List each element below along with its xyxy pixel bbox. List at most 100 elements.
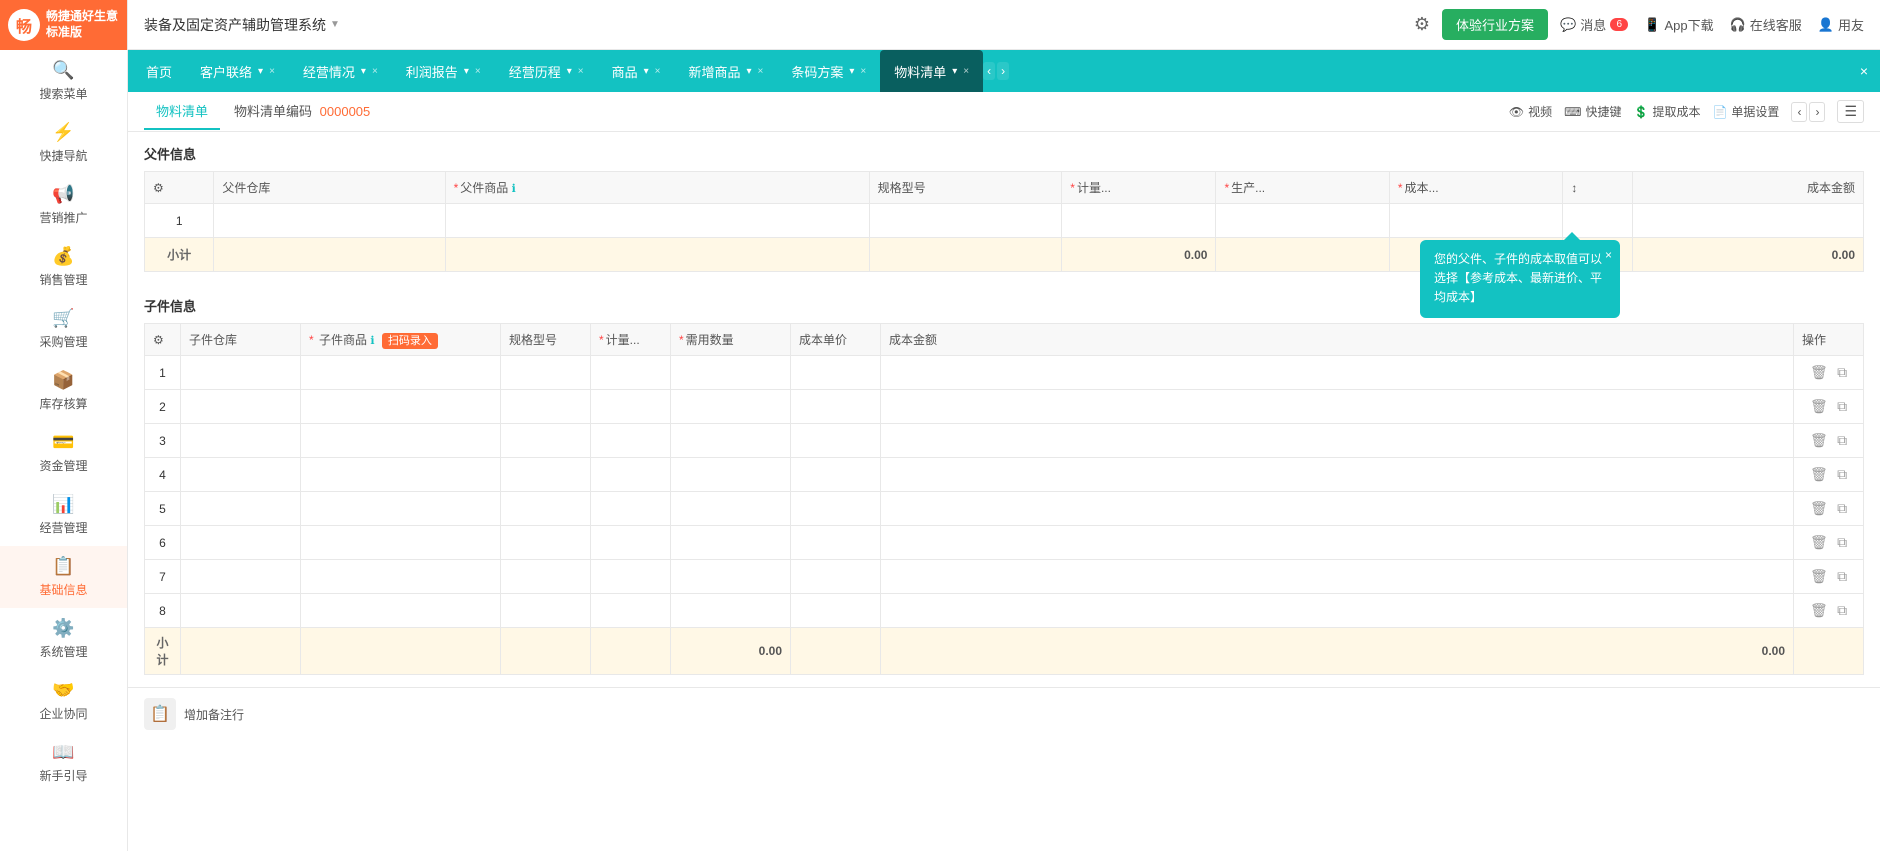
child-warehouse-5[interactable] <box>181 492 301 526</box>
service-button[interactable]: 🎧 在线客服 <box>1730 15 1802 34</box>
nav-next[interactable]: › <box>997 62 1009 80</box>
nav-close-all[interactable]: × <box>1852 63 1876 79</box>
content-prev[interactable]: ‹ <box>1791 102 1807 122</box>
tab-barcode[interactable]: 条码方案 ▾ × <box>777 50 880 92</box>
content-next[interactable]: › <box>1809 102 1825 122</box>
child-delete-5[interactable]: 🗑 <box>1810 500 1828 516</box>
add-note-icon[interactable]: 📋 <box>144 698 176 730</box>
action-shortcut[interactable]: ⌨ 快捷键 <box>1564 103 1621 120</box>
sidebar-item-sales[interactable]: 💰 销售管理 <box>0 236 127 298</box>
child-unit-4[interactable] <box>591 458 671 492</box>
child-spec-7[interactable] <box>501 560 591 594</box>
child-spec-3[interactable] <box>501 424 591 458</box>
child-warehouse-1[interactable] <box>181 356 301 390</box>
child-delete-3[interactable]: 🗑 <box>1810 432 1828 448</box>
child-delete-1[interactable]: 🗑 <box>1810 364 1828 380</box>
child-unit-2[interactable] <box>591 390 671 424</box>
child-unit-cost-3[interactable] <box>791 424 881 458</box>
child-copy-3[interactable]: ⧉ <box>1837 432 1847 448</box>
sidebar-item-enterprise[interactable]: 🤝 企业协同 <box>0 670 127 732</box>
sidebar-item-operations[interactable]: 📊 经营管理 <box>0 484 127 546</box>
child-copy-5[interactable]: ⧉ <box>1837 500 1847 516</box>
child-unit-6[interactable] <box>591 526 671 560</box>
parent-production-1[interactable] <box>1216 204 1389 238</box>
child-qty-7[interactable] <box>671 560 791 594</box>
trial-button[interactable]: 体验行业方案 <box>1442 9 1548 40</box>
sub-tab-bom-list[interactable]: 物料清单 <box>144 93 220 130</box>
child-unit-cost-7[interactable] <box>791 560 881 594</box>
sidebar-item-marketing[interactable]: 📢 营销推广 <box>0 174 127 236</box>
tab-products[interactable]: 商品 ▾ × <box>598 50 675 92</box>
action-cost[interactable]: 💲 提取成本 <box>1634 103 1701 120</box>
tab-operations-stat[interactable]: 经营情况 ▾ × <box>289 50 392 92</box>
child-unit-1[interactable] <box>591 356 671 390</box>
message-button[interactable]: 💬 消息 6 <box>1560 15 1628 34</box>
tab-bom[interactable]: 物料清单 ▾ × <box>880 50 983 92</box>
parent-cost-1[interactable] <box>1389 204 1562 238</box>
child-product-2[interactable] <box>301 390 501 424</box>
scan-badge[interactable]: 扫码录入 <box>382 333 438 349</box>
tab-new-product[interactable]: 新增商品 ▾ × <box>674 50 777 92</box>
child-spec-4[interactable] <box>501 458 591 492</box>
child-warehouse-7[interactable] <box>181 560 301 594</box>
child-unit-cost-6[interactable] <box>791 526 881 560</box>
child-product-8[interactable] <box>301 594 501 628</box>
child-product-4[interactable] <box>301 458 501 492</box>
sidebar-item-finance[interactable]: 💳 资金管理 <box>0 422 127 484</box>
child-unit-7[interactable] <box>591 560 671 594</box>
tab-profit[interactable]: 利润报告 ▾ × <box>392 50 495 92</box>
child-copy-8[interactable]: ⧉ <box>1837 602 1847 618</box>
child-copy-7[interactable]: ⧉ <box>1837 568 1847 584</box>
child-warehouse-2[interactable] <box>181 390 301 424</box>
child-product-6[interactable] <box>301 526 501 560</box>
child-qty-6[interactable] <box>671 526 791 560</box>
child-copy-1[interactable]: ⧉ <box>1837 364 1847 380</box>
child-qty-1[interactable] <box>671 356 791 390</box>
child-unit-cost-5[interactable] <box>791 492 881 526</box>
parent-warehouse-1[interactable] <box>214 204 445 238</box>
sidebar-item-quick-nav[interactable]: ⚡ 快捷导航 <box>0 112 127 174</box>
tab-barcode-close[interactable]: × <box>860 66 866 77</box>
child-copy-6[interactable]: ⧉ <box>1837 534 1847 550</box>
parent-product-1[interactable] <box>445 204 869 238</box>
child-unit-cost-4[interactable] <box>791 458 881 492</box>
tab-products-close[interactable]: × <box>655 66 661 77</box>
child-spec-6[interactable] <box>501 526 591 560</box>
child-product-7[interactable] <box>301 560 501 594</box>
child-spec-8[interactable] <box>501 594 591 628</box>
action-view[interactable]: 👁 视频 <box>1509 103 1552 120</box>
tooltip-close[interactable]: × <box>1605 246 1612 265</box>
child-warehouse-3[interactable] <box>181 424 301 458</box>
system-select[interactable]: 装备及固定资产辅助管理系统 ▼ <box>144 15 340 35</box>
tab-customers[interactable]: 客户联络 ▾ × <box>186 50 289 92</box>
child-spec-2[interactable] <box>501 390 591 424</box>
tab-profit-close[interactable]: × <box>475 66 481 77</box>
child-spec-5[interactable] <box>501 492 591 526</box>
child-qty-2[interactable] <box>671 390 791 424</box>
child-product-3[interactable] <box>301 424 501 458</box>
grid-view-btn[interactable]: ☰ <box>1837 100 1864 123</box>
child-product-5[interactable] <box>301 492 501 526</box>
action-settings[interactable]: 📄 单据设置 <box>1712 103 1779 120</box>
child-qty-8[interactable] <box>671 594 791 628</box>
parent-unit-1[interactable] <box>1062 204 1216 238</box>
child-warehouse-8[interactable] <box>181 594 301 628</box>
sidebar-item-system[interactable]: ⚙️ 系统管理 <box>0 608 127 670</box>
child-spec-1[interactable] <box>501 356 591 390</box>
child-delete-8[interactable]: 🗑 <box>1810 602 1828 618</box>
sidebar-item-guide[interactable]: 📖 新手引导 <box>0 732 127 794</box>
child-qty-4[interactable] <box>671 458 791 492</box>
child-product-1[interactable] <box>301 356 501 390</box>
child-delete-4[interactable]: 🗑 <box>1810 466 1828 482</box>
child-unit-cost-1[interactable] <box>791 356 881 390</box>
sidebar-item-basic-info[interactable]: 📋 基础信息 <box>0 546 127 608</box>
sidebar-item-search[interactable]: 🔍 搜索菜单 <box>0 50 127 112</box>
child-qty-3[interactable] <box>671 424 791 458</box>
child-copy-2[interactable]: ⧉ <box>1837 398 1847 414</box>
child-copy-4[interactable]: ⧉ <box>1837 466 1847 482</box>
sub-tab-bom-code[interactable]: 物料清单编码 0000005 <box>222 93 382 130</box>
child-unit-8[interactable] <box>591 594 671 628</box>
gear-icon[interactable]: ⚙ <box>1414 14 1430 35</box>
tab-operations-stat-close[interactable]: × <box>372 66 378 77</box>
child-warehouse-6[interactable] <box>181 526 301 560</box>
